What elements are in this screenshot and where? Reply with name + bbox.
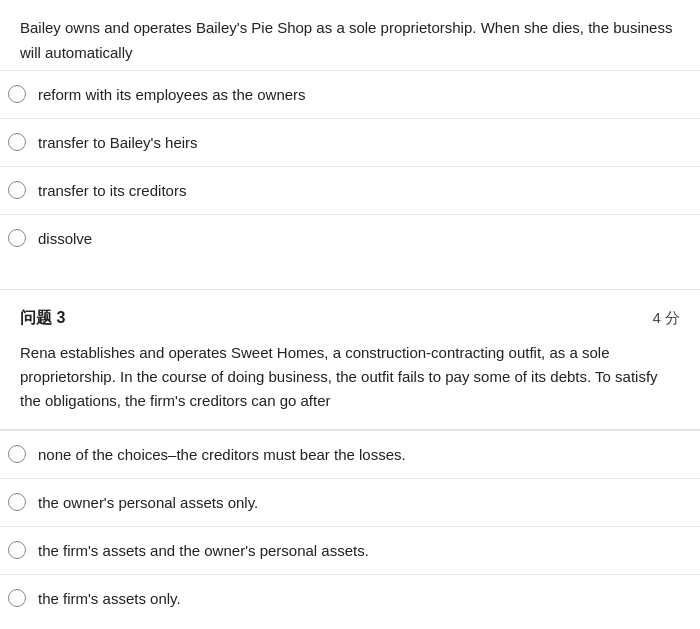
question-3-options: none of the choices–the creditors must b… bbox=[0, 430, 700, 622]
option-label: transfer to its creditors bbox=[38, 180, 186, 201]
radio-icon[interactable] bbox=[8, 493, 26, 511]
option-label: the owner's personal assets only. bbox=[38, 492, 258, 513]
list-item[interactable]: the firm's assets and the owner's person… bbox=[0, 526, 700, 574]
list-item[interactable]: reform with its employees as the owners bbox=[0, 70, 700, 118]
question-3-block: 问题 3 4 分 Rena establishes and operates S… bbox=[0, 290, 700, 430]
list-item[interactable]: the firm's assets only. bbox=[0, 574, 700, 622]
radio-icon[interactable] bbox=[8, 541, 26, 559]
question-2-options: reform with its employees as the owners … bbox=[0, 70, 700, 262]
list-item[interactable]: transfer to Bailey's heirs bbox=[0, 118, 700, 166]
question-2-intro-block: Bailey owns and operates Bailey's Pie Sh… bbox=[0, 0, 700, 66]
option-label: reform with its employees as the owners bbox=[38, 84, 306, 105]
list-item[interactable]: none of the choices–the creditors must b… bbox=[0, 430, 700, 478]
radio-icon[interactable] bbox=[8, 589, 26, 607]
question-3-title: 问题 3 bbox=[20, 308, 65, 329]
radio-icon[interactable] bbox=[8, 229, 26, 247]
option-label: the firm's assets and the owner's person… bbox=[38, 540, 369, 561]
option-label: none of the choices–the creditors must b… bbox=[38, 444, 406, 465]
radio-icon[interactable] bbox=[8, 85, 26, 103]
question-3-points: 4 分 bbox=[652, 309, 680, 328]
question-3-header: 问题 3 4 分 bbox=[20, 308, 680, 329]
radio-icon[interactable] bbox=[8, 445, 26, 463]
list-item[interactable]: transfer to its creditors bbox=[0, 166, 700, 214]
radio-icon[interactable] bbox=[8, 181, 26, 199]
radio-icon[interactable] bbox=[8, 133, 26, 151]
question-3-text: Rena establishes and operates Sweet Home… bbox=[20, 341, 680, 413]
option-label: dissolve bbox=[38, 228, 92, 249]
list-item[interactable]: the owner's personal assets only. bbox=[0, 478, 700, 526]
option-label: the firm's assets only. bbox=[38, 588, 181, 609]
option-label: transfer to Bailey's heirs bbox=[38, 132, 198, 153]
spacer bbox=[0, 262, 700, 290]
question-2-text: Bailey owns and operates Bailey's Pie Sh… bbox=[20, 16, 680, 66]
list-item[interactable]: dissolve bbox=[0, 214, 700, 262]
